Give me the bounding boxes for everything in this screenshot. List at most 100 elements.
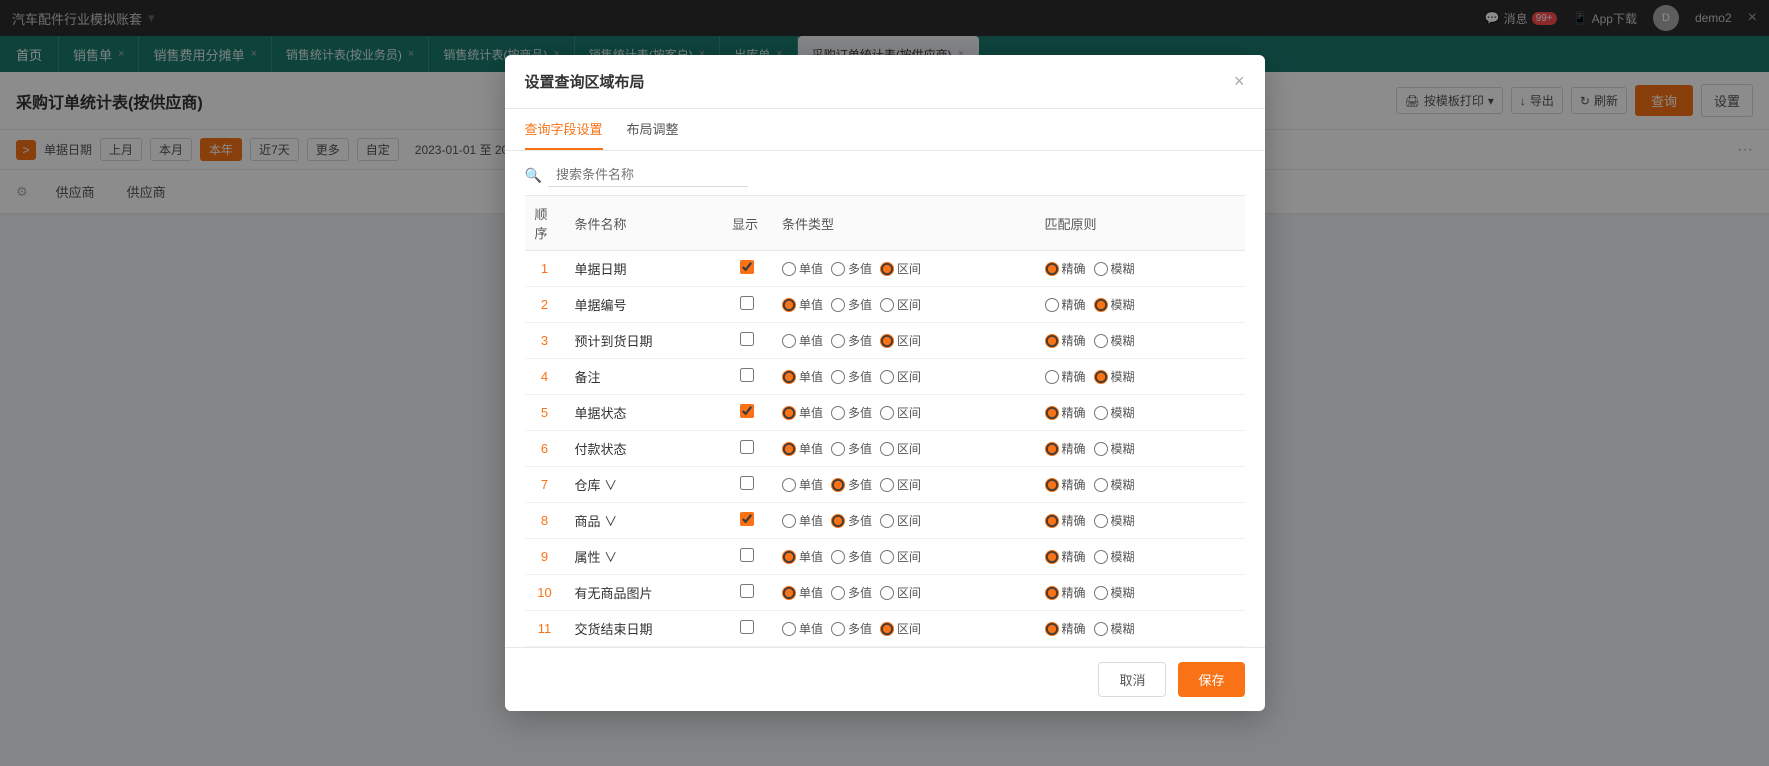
- match-radio[interactable]: [1045, 478, 1059, 492]
- type-radio[interactable]: [880, 478, 894, 492]
- match-radio[interactable]: [1094, 262, 1108, 276]
- type-radio-label[interactable]: 多值: [831, 296, 872, 313]
- match-radio[interactable]: [1045, 298, 1059, 312]
- type-radio-label[interactable]: 区间: [880, 548, 921, 565]
- type-radio-label[interactable]: 单值: [782, 548, 823, 565]
- type-radio-label[interactable]: 区间: [880, 332, 921, 349]
- display-checkbox[interactable]: [740, 296, 754, 310]
- display-checkbox[interactable]: [740, 260, 754, 274]
- type-radio-label[interactable]: 多值: [831, 620, 872, 637]
- type-radio[interactable]: [880, 370, 894, 384]
- match-radio[interactable]: [1045, 442, 1059, 456]
- type-radio[interactable]: [880, 442, 894, 456]
- type-radio[interactable]: [782, 442, 796, 456]
- match-radio-label[interactable]: 模糊: [1094, 476, 1135, 493]
- match-radio-label[interactable]: 模糊: [1094, 620, 1135, 637]
- type-radio[interactable]: [831, 298, 845, 312]
- type-radio-label[interactable]: 单值: [782, 404, 823, 421]
- type-radio[interactable]: [831, 406, 845, 420]
- match-radio-label[interactable]: 精确: [1045, 620, 1086, 637]
- match-radio[interactable]: [1045, 586, 1059, 600]
- match-radio[interactable]: [1045, 262, 1059, 276]
- type-radio-label[interactable]: 多值: [831, 440, 872, 457]
- type-radio[interactable]: [831, 550, 845, 564]
- display-checkbox[interactable]: [740, 476, 754, 490]
- match-radio[interactable]: [1094, 586, 1108, 600]
- type-radio[interactable]: [782, 262, 796, 276]
- match-radio-label[interactable]: 模糊: [1094, 440, 1135, 457]
- display-checkbox[interactable]: [740, 440, 754, 454]
- match-radio[interactable]: [1094, 298, 1108, 312]
- type-radio[interactable]: [880, 262, 894, 276]
- type-radio[interactable]: [831, 334, 845, 348]
- match-radio[interactable]: [1045, 622, 1059, 636]
- type-radio-label[interactable]: 区间: [880, 584, 921, 601]
- type-radio-label[interactable]: 单值: [782, 584, 823, 601]
- type-radio[interactable]: [831, 514, 845, 528]
- type-radio[interactable]: [782, 478, 796, 492]
- type-radio[interactable]: [880, 622, 894, 636]
- display-checkbox[interactable]: [740, 368, 754, 382]
- condition-search-input[interactable]: [548, 163, 748, 187]
- match-radio-label[interactable]: 精确: [1045, 260, 1086, 277]
- type-radio-label[interactable]: 多值: [831, 368, 872, 385]
- type-radio-label[interactable]: 区间: [880, 260, 921, 277]
- match-radio[interactable]: [1045, 514, 1059, 528]
- type-radio-label[interactable]: 多值: [831, 260, 872, 277]
- type-radio[interactable]: [782, 514, 796, 528]
- match-radio-label[interactable]: 精确: [1045, 440, 1086, 457]
- display-checkbox[interactable]: [740, 620, 754, 634]
- type-radio-label[interactable]: 区间: [880, 296, 921, 313]
- match-radio[interactable]: [1045, 334, 1059, 348]
- type-radio[interactable]: [880, 334, 894, 348]
- match-radio-label[interactable]: 精确: [1045, 296, 1086, 313]
- type-radio-label[interactable]: 区间: [880, 620, 921, 637]
- tab-layout-adjust[interactable]: 布局调整: [627, 109, 679, 150]
- type-radio-label[interactable]: 区间: [880, 404, 921, 421]
- type-radio-label[interactable]: 多值: [831, 404, 872, 421]
- match-radio[interactable]: [1094, 406, 1108, 420]
- match-radio[interactable]: [1045, 550, 1059, 564]
- match-radio-label[interactable]: 模糊: [1094, 404, 1135, 421]
- type-radio[interactable]: [782, 298, 796, 312]
- type-radio-label[interactable]: 多值: [831, 584, 872, 601]
- type-radio-label[interactable]: 区间: [880, 440, 921, 457]
- cancel-btn[interactable]: 取消: [1098, 662, 1166, 697]
- match-radio[interactable]: [1094, 550, 1108, 564]
- type-radio[interactable]: [782, 586, 796, 600]
- type-radio[interactable]: [880, 550, 894, 564]
- type-radio[interactable]: [831, 370, 845, 384]
- display-checkbox[interactable]: [740, 332, 754, 346]
- match-radio[interactable]: [1094, 334, 1108, 348]
- display-checkbox[interactable]: [740, 512, 754, 526]
- match-radio[interactable]: [1094, 442, 1108, 456]
- display-checkbox[interactable]: [740, 584, 754, 598]
- match-radio[interactable]: [1094, 514, 1108, 528]
- match-radio-label[interactable]: 精确: [1045, 476, 1086, 493]
- type-radio[interactable]: [831, 442, 845, 456]
- save-btn[interactable]: 保存: [1178, 662, 1244, 697]
- type-radio-label[interactable]: 区间: [880, 368, 921, 385]
- match-radio-label[interactable]: 精确: [1045, 404, 1086, 421]
- tab-query-fields[interactable]: 查询字段设置: [525, 109, 603, 150]
- match-radio[interactable]: [1094, 370, 1108, 384]
- type-radio[interactable]: [782, 550, 796, 564]
- match-radio[interactable]: [1094, 478, 1108, 492]
- match-radio-label[interactable]: 精确: [1045, 584, 1086, 601]
- match-radio-label[interactable]: 精确: [1045, 548, 1086, 565]
- match-radio-label[interactable]: 模糊: [1094, 512, 1135, 529]
- type-radio[interactable]: [831, 586, 845, 600]
- type-radio-label[interactable]: 单值: [782, 368, 823, 385]
- match-radio-label[interactable]: 精确: [1045, 368, 1086, 385]
- type-radio-label[interactable]: 单值: [782, 296, 823, 313]
- type-radio[interactable]: [880, 298, 894, 312]
- match-radio-label[interactable]: 模糊: [1094, 260, 1135, 277]
- type-radio-label[interactable]: 单值: [782, 440, 823, 457]
- type-radio-label[interactable]: 多值: [831, 548, 872, 565]
- type-radio-label[interactable]: 多值: [831, 332, 872, 349]
- match-radio-label[interactable]: 精确: [1045, 332, 1086, 349]
- type-radio-label[interactable]: 多值: [831, 512, 872, 529]
- type-radio[interactable]: [880, 514, 894, 528]
- match-radio-label[interactable]: 模糊: [1094, 296, 1135, 313]
- type-radio[interactable]: [880, 586, 894, 600]
